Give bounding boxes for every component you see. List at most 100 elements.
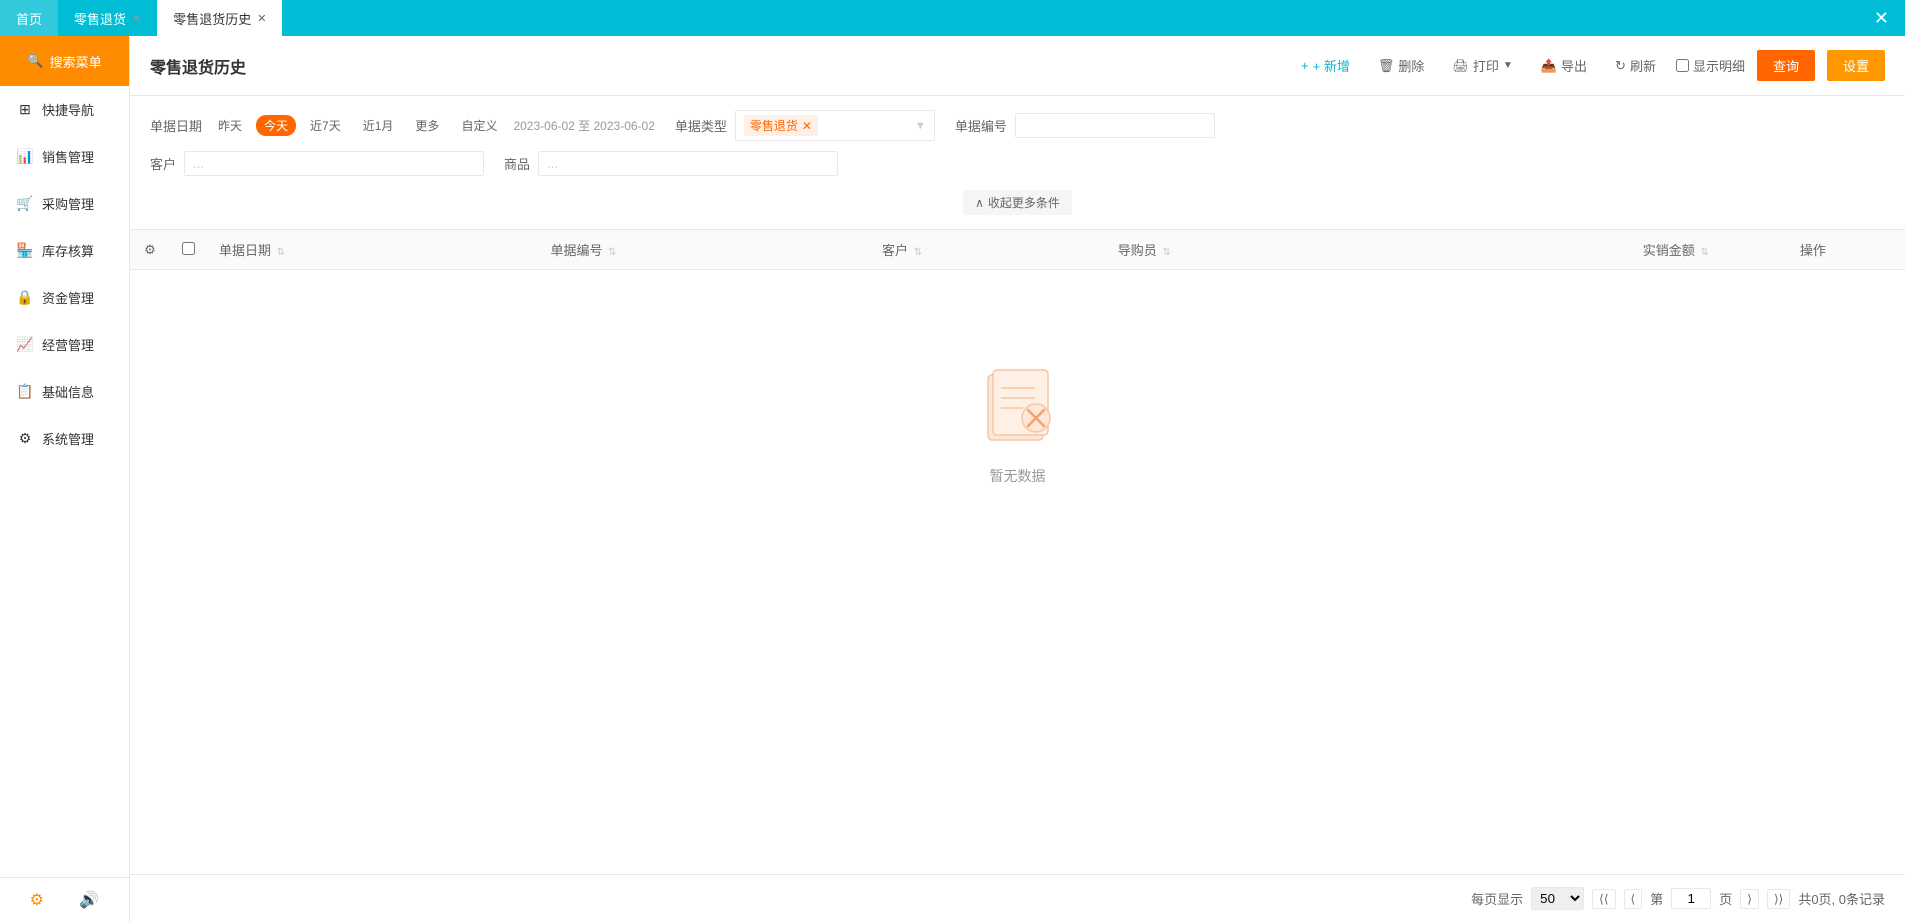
goods-placeholder: ... [547,156,558,171]
empty-illustration [968,350,1068,450]
empty-text: 暂无数据 [990,466,1046,486]
collapse-conditions-button[interactable]: ∧ 收起更多条件 [963,190,1072,215]
th-guide-sort-icon[interactable]: ⇅ [1162,247,1170,258]
sidebar-item-quick-nav[interactable]: ⊞ 快捷导航 [0,86,129,133]
voucher-no-label: 单据编号 [955,116,1007,135]
tab-retail-return-history[interactable]: 零售退货历史 ✕ [157,0,282,36]
page-prev-button[interactable]: ⟨ [1624,889,1643,909]
th-no-sort-icon[interactable]: ⇅ [608,247,616,258]
page-unit: 页 [1719,889,1732,908]
goods-filter: 商品 ... [504,151,838,176]
sidebar: 🔍 搜索菜单 ⊞ 快捷导航 📊 销售管理 🛒 采购管理 🏪 库存核算 🔒 [0,36,130,922]
customer-select[interactable]: ... [184,151,484,176]
sidebar-item-purchase-mgmt[interactable]: 🛒 采购管理 [0,180,129,227]
plus-icon: + [1301,58,1309,73]
voucher-no-filter: 单据编号 [955,113,1215,138]
display-toggle[interactable]: 显示明细 [1676,56,1745,75]
top-bar: 首页 零售退货 ✕ 零售退货历史 ✕ ✕ [0,0,1905,36]
delete-button[interactable]: 🗑 删除 [1370,52,1433,79]
sidebar-item-inventory-calc[interactable]: 🏪 库存核算 [0,227,129,274]
page-number-input[interactable] [1671,888,1711,909]
refresh-icon: ↻ [1615,58,1626,74]
empty-state: 暂无数据 [130,270,1905,566]
date-btn-today[interactable]: 今天 [256,115,296,136]
table-container: ⚙ 单据日期 ⇅ 单据编号 ⇅ [130,230,1905,874]
date-btn-custom[interactable]: 自定义 [453,115,505,136]
new-button[interactable]: + + 新增 [1293,52,1358,79]
data-table: ⚙ 单据日期 ⇅ 单据编号 ⇅ [130,230,1905,270]
tab-retail-return-history-label: 零售退货历史 [173,9,251,28]
operations-mgmt-icon: 📈 [16,336,34,354]
date-btn-yesterday[interactable]: 昨天 [210,115,250,136]
settings-gear-icon[interactable]: ⚙ [144,242,156,257]
sales-mgmt-icon: 📊 [16,148,34,166]
voucher-type-select[interactable]: 零售退货 ✕ ▼ [735,110,935,141]
inventory-calc-icon: 🏪 [16,242,34,260]
sidebar-item-label-purchase: 采购管理 [42,194,94,213]
sidebar-item-label-basic: 基础信息 [42,382,94,401]
voucher-no-input[interactable] [1015,113,1215,138]
th-date-sort-icon[interactable]: ⇅ [277,247,285,258]
tab-retail-return[interactable]: 零售退货 ✕ [58,0,157,36]
th-guide-label: 导购员 [1118,243,1157,258]
page-header: 零售退货历史 + + 新增 🗑 删除 🖨 打印 ▼ 📤 导出 [130,36,1905,96]
voucher-type-value: 零售退货 [750,117,798,134]
per-page-select[interactable]: 50 10 20 100 [1531,887,1584,910]
sidebar-item-capital-mgmt[interactable]: 🔒 资金管理 [0,274,129,321]
sidebar-item-label-inventory: 库存核算 [42,241,94,260]
page-last-button[interactable]: ⟩⟩ [1767,889,1790,909]
tab-retail-return-close[interactable]: ✕ [132,12,141,25]
content-area: 零售退货历史 + + 新增 🗑 删除 🖨 打印 ▼ 📤 导出 [130,36,1905,922]
tab-home[interactable]: 首页 [0,0,58,36]
display-toggle-label: 显示明细 [1693,56,1745,75]
display-toggle-checkbox[interactable] [1676,59,1689,72]
tab-retail-return-history-close[interactable]: ✕ [257,12,266,25]
sidebar-item-label-operations: 经营管理 [42,335,94,354]
date-btn-1month[interactable]: 近1月 [355,115,402,136]
page-first-button[interactable]: ⟨⟨ [1592,889,1615,909]
sidebar-audio-icon[interactable]: 🔊 [79,890,99,910]
new-button-label: + 新增 [1313,56,1350,75]
th-customer: 客户 ⇅ [870,230,1106,270]
customer-placeholder: ... [193,156,204,171]
sidebar-item-basic-info[interactable]: 📋 基础信息 [0,368,129,415]
settings-button[interactable]: 设置 [1827,50,1885,81]
print-button-label: 打印 [1473,56,1499,75]
th-date-label: 单据日期 [219,243,271,258]
sidebar-item-system-mgmt[interactable]: ⚙ 系统管理 [0,415,129,462]
quick-nav-icon: ⊞ [16,101,34,119]
sidebar-settings-icon[interactable]: ⚙ [30,890,44,910]
topbar-right: ✕ [1858,8,1905,29]
search-menu-button[interactable]: 🔍 搜索菜单 [0,36,129,86]
goods-select[interactable]: ... [538,151,838,176]
customer-filter: 客户 ... [150,151,484,176]
export-button[interactable]: 📤 导出 [1533,52,1595,79]
date-filter-item: 单据日期 昨天 今天 近7天 近1月 更多 自定义 2023-06-02 至 2… [150,115,655,136]
sidebar-item-operations-mgmt[interactable]: 📈 经营管理 [0,321,129,368]
header-actions: + + 新增 🗑 删除 🖨 打印 ▼ 📤 导出 ↻ [1293,50,1885,81]
sidebar-footer: ⚙ 🔊 [0,877,129,922]
page-title: 零售退货历史 [150,54,246,78]
th-action-label: 操作 [1800,243,1826,258]
voucher-type-tag-close[interactable]: ✕ [802,119,812,133]
goods-label: 商品 [504,154,530,173]
date-filter-buttons: 昨天 今天 近7天 近1月 更多 自定义 [210,115,505,136]
th-date: 单据日期 ⇅ [207,230,538,270]
print-button[interactable]: 🖨 打印 ▼ [1444,52,1520,79]
date-btn-more[interactable]: 更多 [407,115,447,136]
sidebar-item-label-sales: 销售管理 [42,147,94,166]
window-close-button[interactable]: ✕ [1874,8,1889,29]
refresh-button[interactable]: ↻ 刷新 [1607,52,1664,79]
page-next-button[interactable]: ⟩ [1740,889,1759,909]
sidebar-item-label-quick-nav: 快捷导航 [42,100,94,119]
th-amount-sort-icon[interactable]: ⇅ [1700,247,1708,258]
filter-area: 单据日期 昨天 今天 近7天 近1月 更多 自定义 2023-06-02 至 2… [130,96,1905,230]
select-all-checkbox[interactable] [182,242,195,255]
th-customer-sort-icon[interactable]: ⇅ [914,247,922,258]
print-icon: 🖨 [1452,58,1469,74]
date-btn-7days[interactable]: 近7天 [302,115,349,136]
refresh-button-label: 刷新 [1630,56,1656,75]
basic-info-icon: 📋 [16,383,34,401]
sidebar-item-sales-mgmt[interactable]: 📊 销售管理 [0,133,129,180]
query-button[interactable]: 查询 [1757,50,1815,81]
